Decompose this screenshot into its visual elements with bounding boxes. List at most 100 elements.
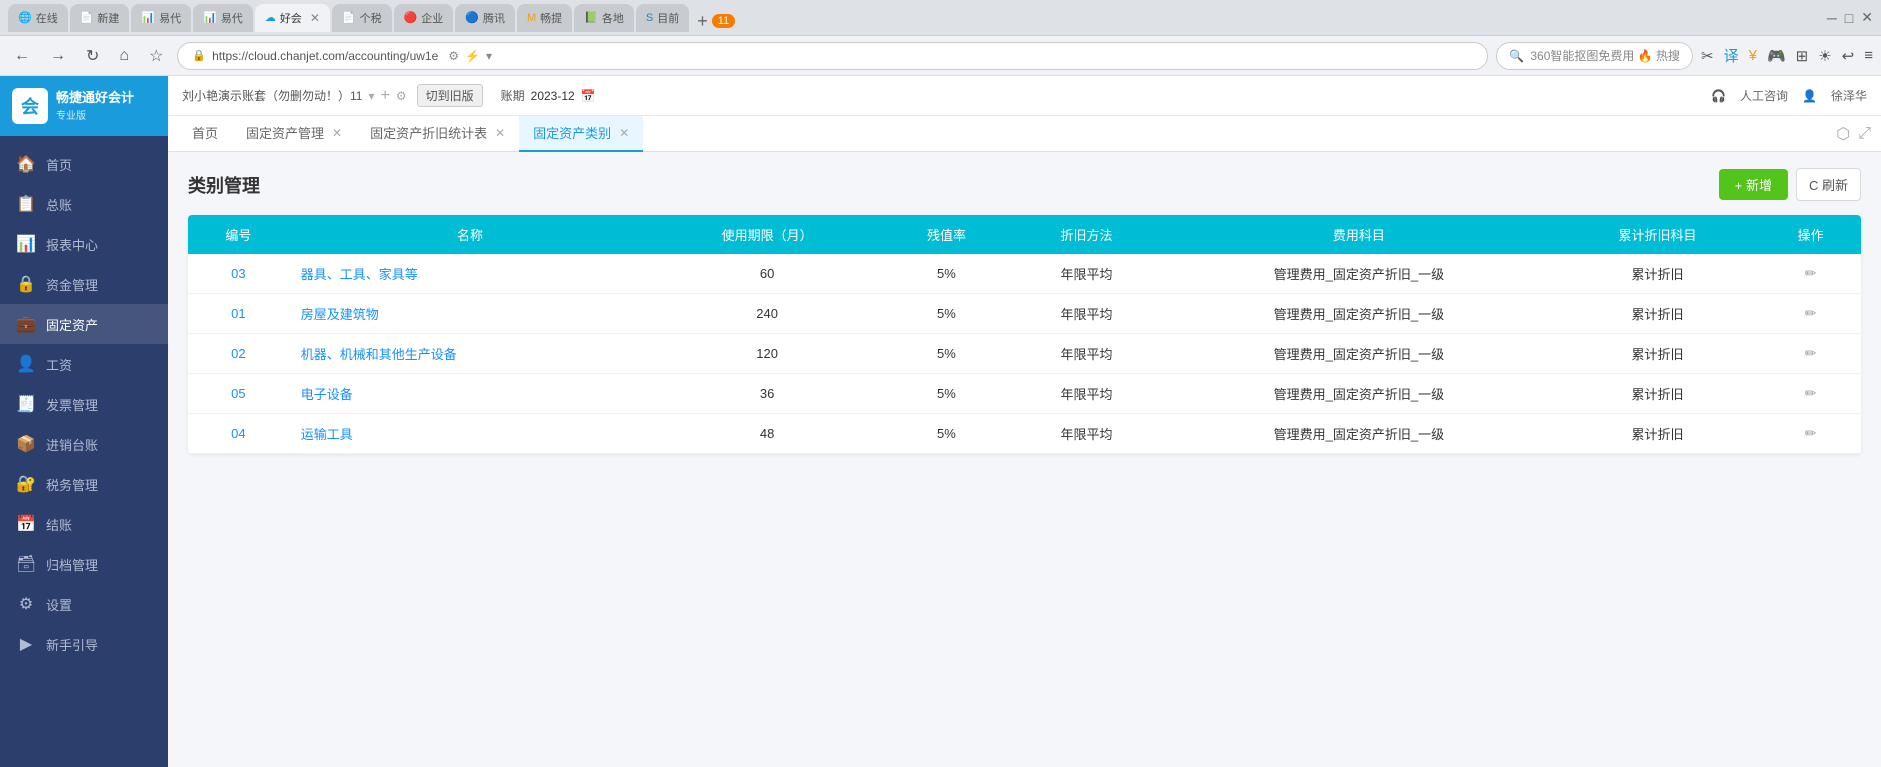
sidebar-item-invoices[interactable]: 🧾 发票管理 (0, 384, 168, 424)
sidebar-item-archive[interactable]: 🗃 归档管理 (0, 544, 168, 584)
new-tab-button[interactable]: + (697, 11, 708, 32)
tab-assets-mgr-close[interactable]: ✕ (332, 126, 342, 140)
refresh-button[interactable]: C 刷新 (1796, 168, 1861, 201)
sidebar-item-settings[interactable]: ⚙ 设置 (0, 584, 168, 624)
sidebar-label-reports: 报表中心 (46, 235, 98, 254)
translate-icon[interactable]: 译 (1724, 45, 1739, 66)
browser-tab-close[interactable]: ✕ (310, 11, 320, 25)
close-button[interactable]: ✕ (1861, 9, 1873, 26)
table-row: 01 房屋及建筑物 240 5% 年限平均 管理费用_固定资产折旧_一级 累计折… (188, 294, 1861, 334)
browser-tab-yidai2[interactable]: 📊 易代 (193, 4, 253, 32)
funds-icon: 🔒 (16, 274, 36, 294)
expand-account-icon[interactable]: ▾ (368, 89, 374, 103)
inventory-icon: 📦 (16, 434, 36, 454)
cell-method: 年限平均 (1010, 254, 1163, 294)
grid-icon[interactable]: ⊞ (1796, 47, 1809, 65)
sidebar-item-inventory[interactable]: 📦 进销台账 (0, 424, 168, 464)
cell-name: 运输工具 (289, 414, 652, 454)
col-header-expense: 费用科目 (1163, 215, 1555, 254)
cut-icon[interactable]: ✂ (1701, 47, 1714, 65)
tab-home-label: 首页 (192, 123, 218, 142)
sidebar-label-invoices: 发票管理 (46, 395, 98, 414)
forward-button[interactable]: → (44, 45, 72, 67)
sidebar-item-home[interactable]: 🏠 首页 (0, 144, 168, 184)
minimize-button[interactable]: ─ (1827, 10, 1837, 26)
tab-category[interactable]: 固定资产类别 ✕ (519, 116, 643, 152)
back-button[interactable]: ← (8, 45, 36, 67)
address-text: https://cloud.chanjet.com/accounting/uw1… (212, 49, 438, 63)
cell-residual: 5% (883, 254, 1010, 294)
edit-icon[interactable]: ✏ (1805, 265, 1817, 281)
cell-expense: 管理费用_固定资产折旧_一级 (1163, 334, 1555, 374)
reload-button[interactable]: ↻ (80, 44, 105, 68)
restore-button[interactable]: □ (1845, 10, 1853, 26)
settings-account-button[interactable]: ⚙ (396, 89, 407, 103)
sidebar-nav: 🏠 首页 📋 总账 📊 报表中心 🔒 资金管理 💼 固定资产 👤 工资 (0, 136, 168, 767)
search-bar[interactable]: 🔍 360智能抠图免费用 🔥 热搜 (1496, 42, 1693, 70)
tab-depreciation-close[interactable]: ✕ (495, 126, 505, 140)
sidebar-item-tax[interactable]: 🔐 税务管理 (0, 464, 168, 504)
support-label[interactable]: 人工咨询 (1740, 87, 1788, 104)
browser-chrome: 🌐 在线 📄 新建 📊 易代 📊 易代 ☁ 好会 ✕ 📄 个税 🔴 企业 (0, 0, 1881, 36)
sidebar-label-home: 首页 (46, 155, 72, 174)
col-header-months: 使用期限（月） (651, 215, 883, 254)
edit-icon[interactable]: ✏ (1805, 345, 1817, 361)
address-field[interactable]: 🔒 https://cloud.chanjet.com/accounting/u… (177, 42, 1488, 70)
switch-version-button[interactable]: 切到旧版 (417, 84, 483, 107)
browser-tab-tencent[interactable]: 🔵 腾讯 (455, 4, 515, 32)
menu-icon[interactable]: ≡ (1864, 47, 1873, 64)
edit-icon[interactable]: ✏ (1805, 305, 1817, 321)
browser-tab-enterprise[interactable]: 🔴 企业 (394, 4, 454, 32)
sidebar-item-reports[interactable]: 📊 报表中心 (0, 224, 168, 264)
top-right: 🎧 人工咨询 👤 徐泽华 (1711, 87, 1867, 104)
tab-fullscreen-button[interactable]: ⤢ (1858, 125, 1871, 143)
secure-icon: 🔒 (192, 49, 206, 62)
cell-code: 02 (188, 334, 289, 374)
tab-count-badge: 11 (712, 14, 735, 28)
page-tab-bar: 首页 固定资产管理 ✕ 固定资产折旧统计表 ✕ 固定资产类别 ✕ ⬡ ⤢ (168, 116, 1881, 152)
cell-residual: 5% (883, 334, 1010, 374)
invoices-icon: 🧾 (16, 394, 36, 414)
sidebar-item-ledger[interactable]: 📋 总账 (0, 184, 168, 224)
cell-name: 器具、工具、家具等 (289, 254, 652, 294)
sidebar-label-settings: 设置 (46, 595, 72, 614)
tab-home[interactable]: 首页 (178, 116, 232, 152)
browser-tab-geди[interactable]: 📗 各地 (574, 4, 634, 32)
game-icon[interactable]: 🎮 (1767, 47, 1786, 65)
sidebar-label-closing: 结账 (46, 515, 72, 534)
tax-icon: 🔐 (16, 474, 36, 494)
address-dropdown-icon[interactable]: ▾ (486, 49, 492, 63)
browser-tab-changtuo[interactable]: M 畅提 (517, 4, 572, 32)
sidebar-item-funds[interactable]: 🔒 资金管理 (0, 264, 168, 304)
tab-assets-mgr[interactable]: 固定资产管理 ✕ (232, 116, 356, 152)
brightness-icon[interactable]: ☀ (1818, 47, 1831, 65)
add-button[interactable]: + 新增 (1719, 169, 1788, 200)
tab-depreciation[interactable]: 固定资产折旧统计表 ✕ (356, 116, 519, 152)
sidebar-label-ledger: 总账 (46, 195, 72, 214)
bookmark-button[interactable]: ☆ (143, 44, 169, 68)
browser-tab-mianqian[interactable]: S 目前 (636, 4, 689, 32)
user-avatar: 👤 (1802, 89, 1817, 103)
undo-icon[interactable]: ↩ (1842, 47, 1855, 65)
browser-tab-new[interactable]: 📄 新建 (70, 4, 130, 32)
calendar-icon[interactable]: 📅 (581, 89, 596, 103)
sidebar-label-inventory: 进销台账 (46, 435, 98, 454)
sidebar-item-assets[interactable]: 💼 固定资产 (0, 304, 168, 344)
edit-icon[interactable]: ✏ (1805, 385, 1817, 401)
add-account-button[interactable]: + (381, 87, 390, 105)
tab-category-close[interactable]: ✕ (619, 126, 629, 140)
sidebar-item-guide[interactable]: ▶ 新手引导 (0, 624, 168, 664)
browser-tab-yidai1[interactable]: 📊 易代 (131, 4, 191, 32)
browser-tab-tax[interactable]: 📄 个税 (332, 4, 392, 32)
tab-expand-button[interactable]: ⬡ (1832, 120, 1854, 148)
logo-icon: 会 (12, 88, 48, 124)
home-nav-button[interactable]: ⌂ (113, 45, 135, 67)
search-text: 360智能抠图免费用 🔥 热搜 (1530, 47, 1680, 64)
browser-tab-online[interactable]: 🌐 在线 (8, 4, 68, 32)
sidebar-item-payroll[interactable]: 👤 工资 (0, 344, 168, 384)
wallet-icon[interactable]: ¥ (1749, 47, 1757, 64)
edit-icon[interactable]: ✏ (1805, 425, 1817, 441)
browser-tab-haohuiji[interactable]: ☁ 好会 ✕ (255, 4, 330, 32)
sidebar-item-closing[interactable]: 📅 结账 (0, 504, 168, 544)
user-info: 刘小艳演示账套（勿删勿动！）11 ▾ + ⚙ (182, 87, 407, 105)
